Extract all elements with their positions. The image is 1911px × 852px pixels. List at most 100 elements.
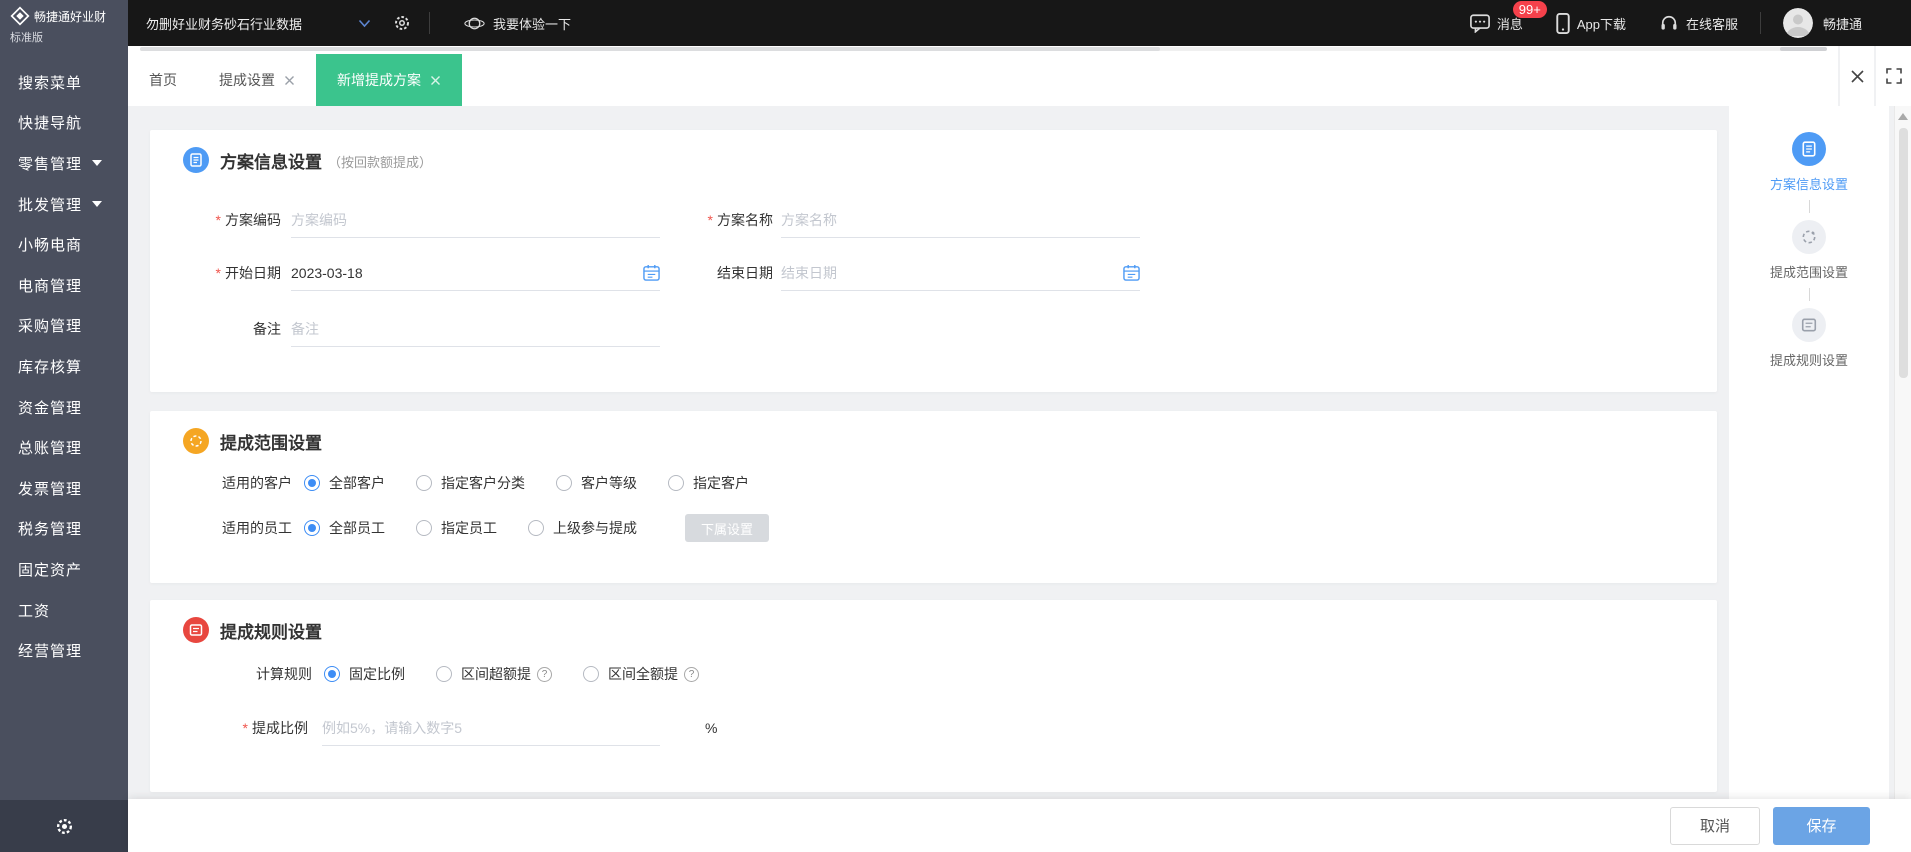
sidebar-item-search-menu[interactable]: 搜索菜单: [0, 62, 128, 103]
tab-new-commission-plan[interactable]: 新增提成方案: [316, 54, 462, 106]
sidebar-settings-button[interactable]: [0, 800, 128, 852]
sidebar-item-invoices[interactable]: 发票管理: [0, 468, 128, 509]
radio-all-customers[interactable]: 全部客户: [304, 473, 385, 493]
phone-icon: [1556, 12, 1570, 34]
close-tab-icon[interactable]: [430, 75, 441, 86]
calendar-icon[interactable]: [1123, 264, 1140, 281]
org-selector[interactable]: 勿删好业财务砂石行业数据: [146, 14, 302, 33]
tab-home[interactable]: 首页: [128, 54, 198, 106]
user-avatar[interactable]: [1782, 8, 1813, 38]
scope-icon: [183, 428, 209, 454]
username-label[interactable]: 畅捷通: [1823, 14, 1862, 33]
settings-gear-icon[interactable]: [393, 14, 411, 32]
radio-icon: [416, 475, 432, 491]
radio-icon: [304, 520, 320, 536]
gear-icon: [55, 817, 74, 836]
hscroll-thumb[interactable]: [140, 47, 1160, 51]
subordinate-settings-button[interactable]: 下属设置: [685, 514, 769, 542]
rules-icon: [183, 617, 209, 643]
radio-icon: [668, 475, 684, 491]
save-button[interactable]: 保存: [1773, 806, 1870, 845]
topbar-divider: [1759, 12, 1761, 34]
sidebar-item-payroll[interactable]: 工资: [0, 590, 128, 631]
caret-down-icon: [92, 160, 103, 167]
online-service-button[interactable]: 在线客服: [1652, 13, 1738, 33]
radio-interval-excess[interactable]: 区间超额提: [436, 664, 552, 684]
sidebar-item-retail[interactable]: 零售管理: [0, 143, 128, 184]
headset-icon: [1659, 13, 1679, 33]
sidebar-item-purchasing[interactable]: 采购管理: [0, 306, 128, 347]
sidebar-item-tax[interactable]: 税务管理: [0, 509, 128, 550]
anchor-step-rules[interactable]: 提成规则设置: [1770, 308, 1848, 369]
caret-down-icon: [92, 201, 103, 208]
app-download-button[interactable]: App下载: [1549, 12, 1626, 34]
sidebar-item-inventory[interactable]: 库存核算: [0, 346, 128, 387]
hscroll-thumb[interactable]: [1780, 47, 1827, 51]
help-icon[interactable]: [684, 666, 699, 682]
end-date-input[interactable]: [781, 264, 1123, 281]
section-plan-info: 方案信息设置 （按回款额提成） 方案编码 方案名称 开始日期 结束日期: [150, 130, 1717, 392]
brand-title: 畅捷通好业财: [34, 9, 107, 24]
section-title: 提成规则设置: [220, 622, 322, 642]
tab-commission-settings[interactable]: 提成设置: [198, 54, 316, 106]
experience-button[interactable]: 我要体验一下: [456, 14, 571, 33]
sidebar-item-ecommerce[interactable]: 电商管理: [0, 265, 128, 306]
sidebar-menu: 搜索菜单 快捷导航 零售管理 批发管理 小畅电商 电商管理 采购管理 库存核算 …: [0, 52, 128, 671]
brand-logo-icon: [10, 6, 30, 26]
plan-name-input[interactable]: [781, 211, 1140, 228]
percent-unit: %: [705, 720, 718, 736]
sidebar-item-business-mgmt[interactable]: 经营管理: [0, 630, 128, 671]
cancel-button[interactable]: 取消: [1670, 806, 1760, 845]
radio-fixed-ratio[interactable]: 固定比例: [324, 664, 405, 684]
sidebar-item-general-ledger[interactable]: 总账管理: [0, 427, 128, 468]
sidebar-item-xiaochang-ecommerce[interactable]: 小畅电商: [0, 224, 128, 265]
sidebar-item-quick-nav[interactable]: 快捷导航: [0, 103, 128, 144]
scroll-up-arrow-icon[interactable]: [1898, 113, 1908, 120]
sidebar-item-funds[interactable]: 资金管理: [0, 387, 128, 428]
anchor-step-plan-info[interactable]: 方案信息设置: [1770, 132, 1848, 193]
radio-specified-customers[interactable]: 指定客户: [668, 473, 749, 493]
close-tab-icon[interactable]: [284, 75, 295, 86]
logo-block: 畅捷通好业财 标准版: [0, 0, 128, 52]
topbar: 勿删好业财务砂石行业数据 我要体验一下 消息 99+ App下载 在线客服 畅捷…: [128, 0, 1911, 46]
commission-ratio-input[interactable]: [322, 719, 660, 736]
start-date-label: 开始日期: [183, 255, 281, 291]
messages-button[interactable]: 消息 99+: [1463, 0, 1547, 33]
radio-superior-participates[interactable]: 上级参与提成: [528, 518, 637, 538]
radio-icon: [556, 475, 572, 491]
radio-all-employees[interactable]: 全部员工: [304, 518, 385, 538]
radio-interval-full[interactable]: 区间全额提: [583, 664, 699, 684]
topbar-divider: [429, 12, 431, 34]
close-all-tabs-button[interactable]: [1840, 46, 1874, 106]
step-connector: [1808, 200, 1810, 213]
sidebar-item-fixed-assets[interactable]: 固定资产: [0, 549, 128, 590]
chevron-down-icon[interactable]: [358, 19, 371, 28]
section-title: 方案信息设置: [220, 152, 322, 172]
main-content: 方案信息设置 （按回款额提成） 方案编码 方案名称 开始日期 结束日期: [128, 106, 1911, 852]
radio-icon: [528, 520, 544, 536]
vertical-scrollbar[interactable]: [1894, 106, 1911, 799]
scope-step-icon: [1791, 220, 1826, 254]
customer-scope-label: 适用的客户: [222, 475, 292, 491]
sidebar-item-wholesale[interactable]: 批发管理: [0, 184, 128, 225]
radio-icon: [583, 666, 599, 682]
radio-customer-category[interactable]: 指定客户分类: [416, 473, 525, 493]
help-icon[interactable]: [537, 666, 552, 682]
step-connector: [1808, 288, 1810, 301]
action-bar: 取消 保存: [128, 799, 1911, 852]
horizontal-scrollbar[interactable]: [140, 47, 1827, 51]
calc-rule-label: 计算规则: [256, 666, 312, 682]
remark-input[interactable]: [291, 320, 660, 337]
section-title: 提成范围设置: [220, 433, 322, 453]
commission-ratio-label: 提成比例: [183, 710, 308, 746]
fullscreen-icon[interactable]: [1876, 46, 1911, 106]
anchor-step-scope[interactable]: 提成范围设置: [1770, 220, 1848, 281]
plan-info-step-icon: [1791, 132, 1826, 166]
radio-icon: [304, 475, 320, 491]
radio-icon: [324, 666, 340, 682]
radio-customer-level[interactable]: 客户等级: [556, 473, 637, 493]
app-window: 畅捷通好业财 标准版 搜索菜单 快捷导航 零售管理 批发管理 小畅电商 电商管理…: [0, 0, 1911, 852]
radio-specified-employees[interactable]: 指定员工: [416, 518, 497, 538]
tabbar: 首页 提成设置 新增提成方案: [128, 46, 1911, 106]
vscroll-thumb[interactable]: [1898, 128, 1908, 378]
